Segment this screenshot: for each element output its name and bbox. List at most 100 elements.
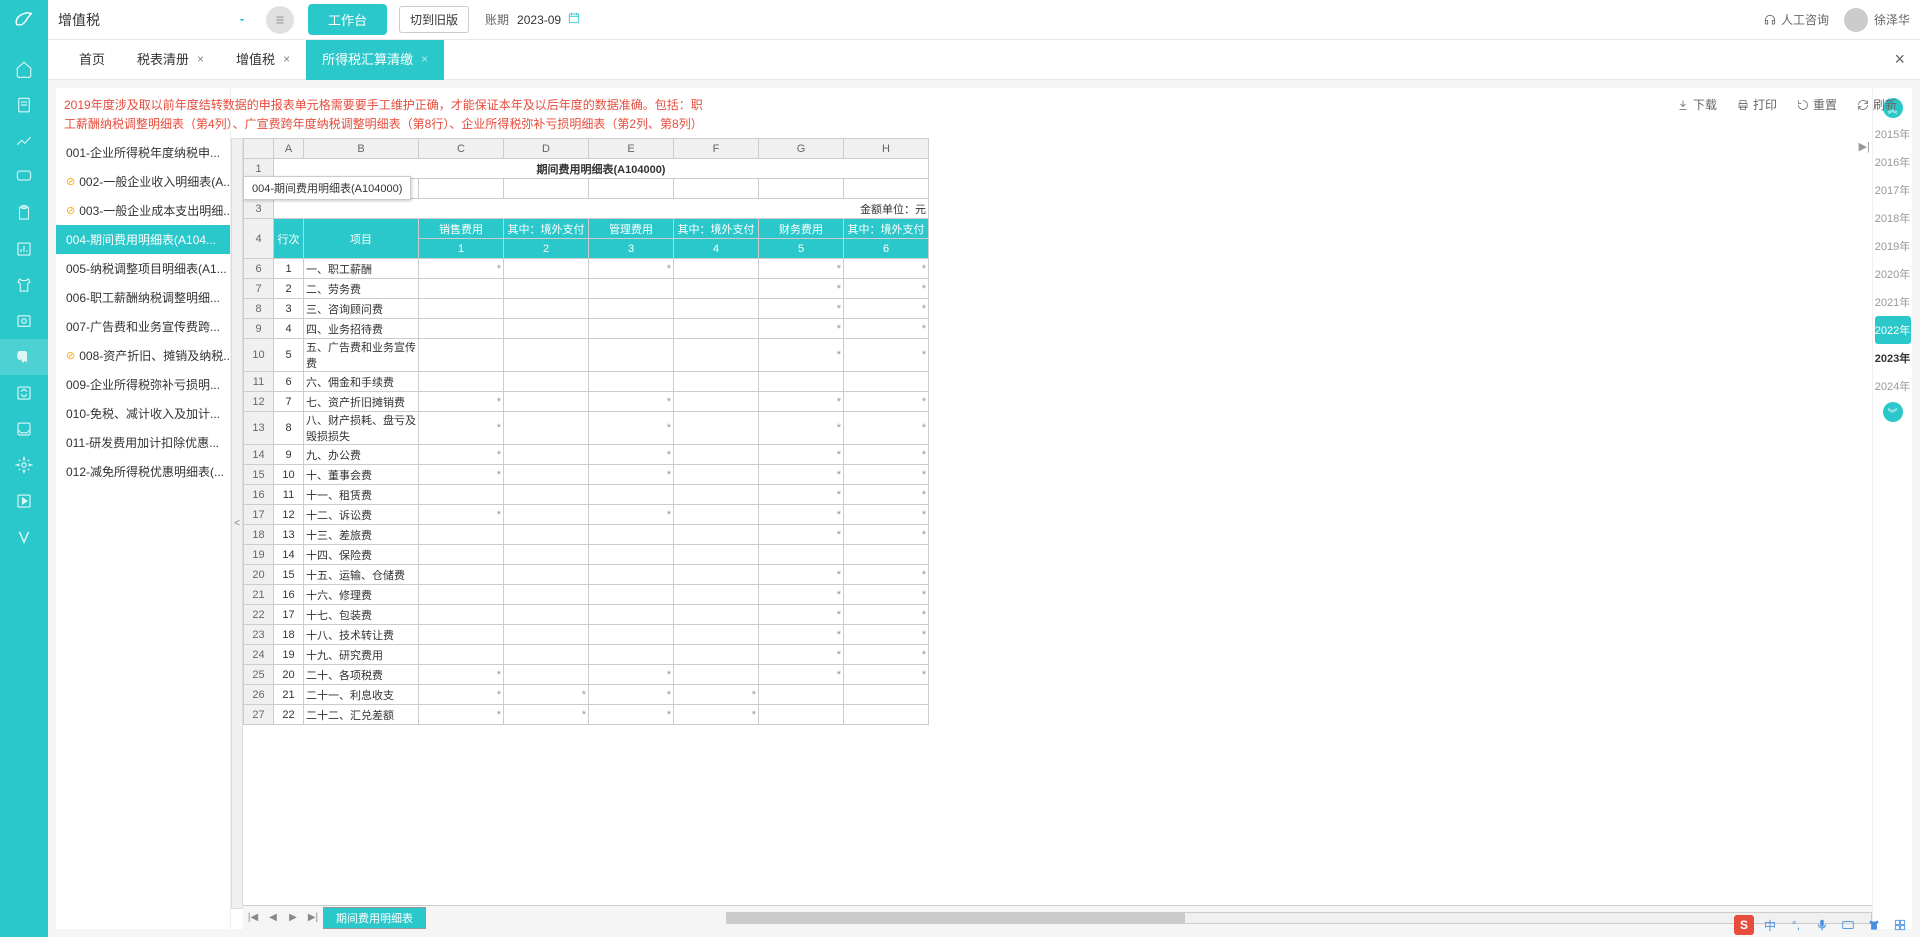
- data-cell[interactable]: *: [419, 685, 504, 705]
- data-cell[interactable]: [674, 565, 759, 585]
- data-cell[interactable]: [419, 299, 504, 319]
- data-cell[interactable]: *: [419, 392, 504, 412]
- data-cell[interactable]: *: [759, 525, 844, 545]
- data-cell[interactable]: *: [844, 625, 929, 645]
- row-header[interactable]: 15: [244, 465, 274, 485]
- data-cell[interactable]: [674, 392, 759, 412]
- data-cell[interactable]: *: [844, 299, 929, 319]
- ime-punct-button[interactable]: °,: [1786, 915, 1806, 935]
- ime-voice-icon[interactable]: [1812, 915, 1832, 935]
- row-number-cell[interactable]: 2: [274, 279, 304, 299]
- data-cell[interactable]: *: [419, 412, 504, 445]
- data-cell[interactable]: *: [419, 505, 504, 525]
- year-item[interactable]: 2019年: [1875, 232, 1911, 260]
- data-cell[interactable]: [504, 585, 589, 605]
- row-header[interactable]: 8: [244, 299, 274, 319]
- data-cell[interactable]: [504, 465, 589, 485]
- spreadsheet-grid[interactable]: ABCDEFGH1期间费用明细表(A104000)23金额单位：元4行次项目销售…: [243, 138, 1872, 905]
- calendar-icon[interactable]: [567, 11, 581, 28]
- data-cell[interactable]: [504, 545, 589, 565]
- data-cell[interactable]: *: [759, 625, 844, 645]
- row-header[interactable]: 14: [244, 445, 274, 465]
- row-header[interactable]: 19: [244, 545, 274, 565]
- row-number-cell[interactable]: 15: [274, 565, 304, 585]
- data-cell[interactable]: [504, 279, 589, 299]
- history-button[interactable]: [266, 6, 294, 34]
- data-cell[interactable]: [504, 505, 589, 525]
- nav-inbox-icon[interactable]: [0, 411, 48, 447]
- data-cell[interactable]: *: [844, 585, 929, 605]
- nav-chart-icon[interactable]: [0, 123, 48, 159]
- ime-skin-icon[interactable]: [1864, 915, 1884, 935]
- row-number-cell[interactable]: 14: [274, 545, 304, 565]
- row-number-cell[interactable]: 20: [274, 665, 304, 685]
- data-cell[interactable]: *: [844, 339, 929, 372]
- data-cell[interactable]: *: [504, 685, 589, 705]
- nav-settings-icon[interactable]: [0, 447, 48, 483]
- data-cell[interactable]: [504, 625, 589, 645]
- ime-lang-button[interactable]: 中: [1760, 915, 1780, 935]
- item-name-cell[interactable]: 十二、诉讼费: [304, 505, 419, 525]
- data-cell[interactable]: [589, 299, 674, 319]
- ime-logo-icon[interactable]: S: [1734, 915, 1754, 935]
- data-cell[interactable]: *: [844, 665, 929, 685]
- row-number-cell[interactable]: 12: [274, 505, 304, 525]
- form-list-item[interactable]: 010-免税、减计收入及加计...: [56, 399, 230, 428]
- switch-old-button[interactable]: 切到旧版: [399, 6, 469, 33]
- module-dropdown[interactable]: 增值税: [58, 10, 258, 30]
- data-cell[interactable]: [504, 259, 589, 279]
- nav-doc-icon[interactable]: [0, 87, 48, 123]
- data-cell[interactable]: [504, 645, 589, 665]
- data-cell[interactable]: [589, 565, 674, 585]
- data-cell[interactable]: *: [589, 392, 674, 412]
- data-cell[interactable]: [589, 605, 674, 625]
- data-cell[interactable]: *: [759, 485, 844, 505]
- data-cell[interactable]: *: [844, 525, 929, 545]
- data-cell[interactable]: *: [589, 259, 674, 279]
- row-header[interactable]: 3: [244, 199, 274, 219]
- data-cell[interactable]: *: [844, 465, 929, 485]
- item-name-cell[interactable]: 三、咨询顾问费: [304, 299, 419, 319]
- data-cell[interactable]: *: [844, 485, 929, 505]
- item-name-cell[interactable]: 八、财产损耗、盘亏及毁损损失: [304, 412, 419, 445]
- data-cell[interactable]: *: [759, 505, 844, 525]
- year-item[interactable]: 2021年: [1875, 288, 1911, 316]
- tab-close-icon[interactable]: ×: [421, 52, 428, 66]
- print-button[interactable]: 打印: [1737, 96, 1777, 113]
- item-name-cell[interactable]: 十六、修理费: [304, 585, 419, 605]
- data-cell[interactable]: [674, 525, 759, 545]
- data-cell[interactable]: *: [589, 705, 674, 725]
- data-cell[interactable]: [844, 685, 929, 705]
- sheet-nav-last[interactable]: ▶|: [303, 912, 323, 923]
- data-cell[interactable]: [589, 372, 674, 392]
- data-cell[interactable]: *: [759, 412, 844, 445]
- sheet-nav-next[interactable]: ▶: [283, 912, 303, 923]
- data-cell[interactable]: *: [589, 685, 674, 705]
- data-cell[interactable]: *: [419, 465, 504, 485]
- row-number-cell[interactable]: 7: [274, 392, 304, 412]
- data-cell[interactable]: *: [844, 259, 929, 279]
- data-cell[interactable]: [674, 279, 759, 299]
- tab-0[interactable]: 首页: [63, 40, 121, 80]
- nav-shirt-icon[interactable]: [0, 267, 48, 303]
- tab-1[interactable]: 税表清册×: [121, 40, 220, 80]
- row-header[interactable]: 7: [244, 279, 274, 299]
- data-cell[interactable]: [419, 585, 504, 605]
- item-name-cell[interactable]: 二十、各项税费: [304, 665, 419, 685]
- row-number-cell[interactable]: 18: [274, 625, 304, 645]
- year-item[interactable]: 2024年: [1875, 372, 1911, 400]
- data-cell[interactable]: [674, 585, 759, 605]
- data-cell[interactable]: *: [759, 465, 844, 485]
- data-cell[interactable]: *: [844, 645, 929, 665]
- reset-button[interactable]: 重置: [1797, 96, 1837, 113]
- data-cell[interactable]: [589, 585, 674, 605]
- form-list-item[interactable]: ⊘002-一般企业收入明细表(A...: [56, 167, 230, 196]
- nav-home-icon[interactable]: [0, 51, 48, 87]
- item-name-cell[interactable]: 五、广告费和业务宣传费: [304, 339, 419, 372]
- row-number-cell[interactable]: 16: [274, 585, 304, 605]
- data-cell[interactable]: [674, 339, 759, 372]
- row-header[interactable]: 11: [244, 372, 274, 392]
- item-name-cell[interactable]: 二十二、汇兑差额: [304, 705, 419, 725]
- data-cell[interactable]: [759, 705, 844, 725]
- data-cell[interactable]: *: [419, 259, 504, 279]
